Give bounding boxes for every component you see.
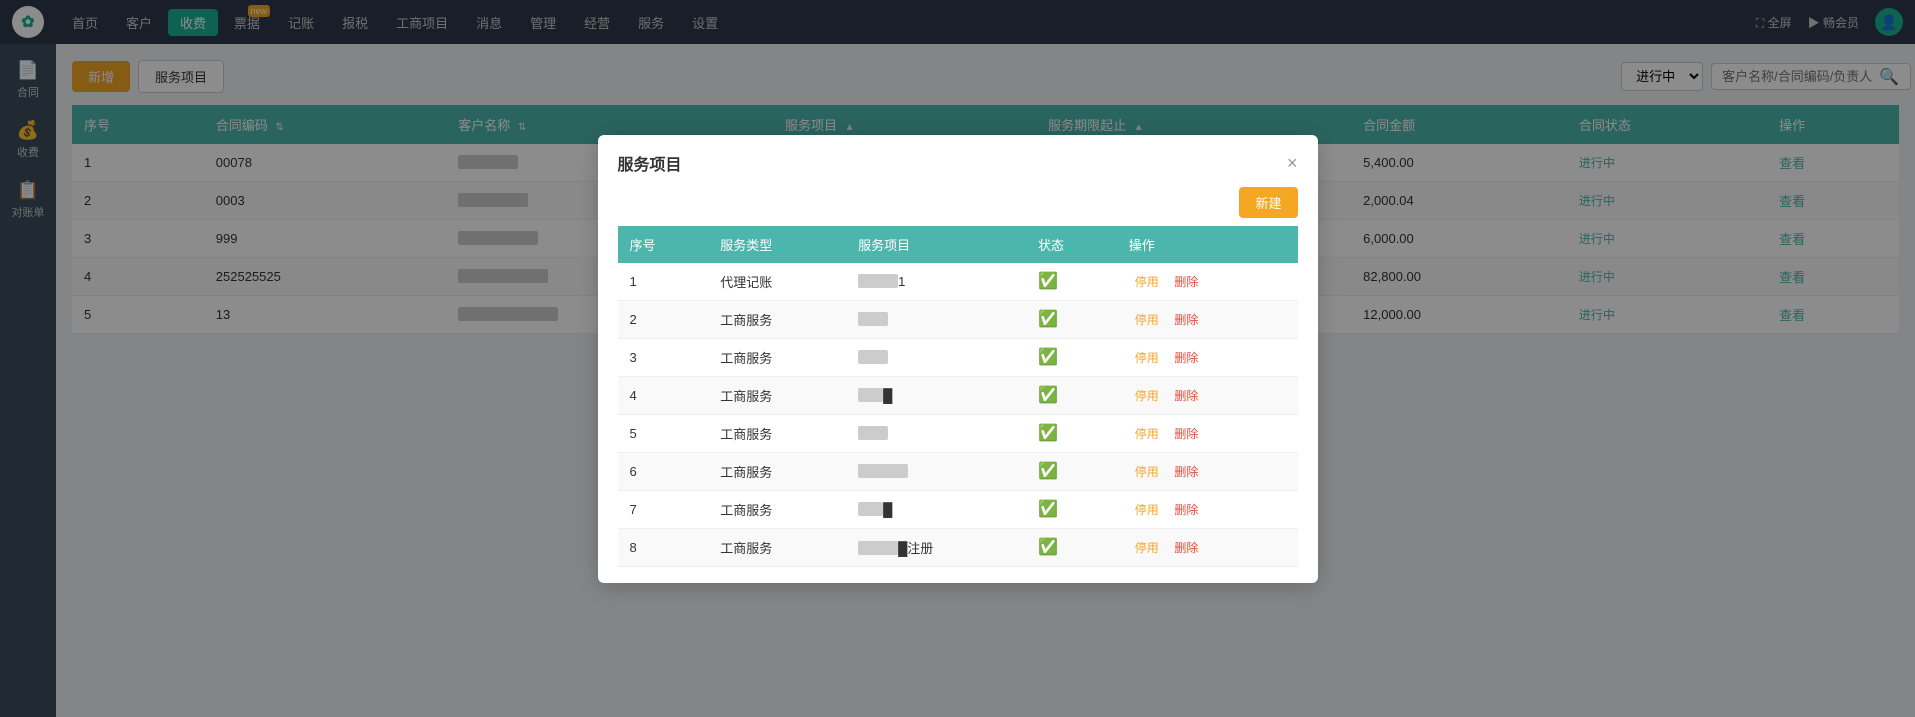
modal-cell-type: 工商服务 bbox=[708, 338, 846, 376]
modal-cell-status: ✅ bbox=[1026, 376, 1117, 414]
modal-table-row: 6 工商服务 ✅ 停用 删除 bbox=[618, 452, 1298, 490]
modal-cell-status: ✅ bbox=[1026, 414, 1117, 452]
modal-table-row: 8 工商服务 █注册 ✅ 停用 删除 bbox=[618, 528, 1298, 566]
modal-cell-type: 工商服务 bbox=[708, 300, 846, 338]
modal-table-header: 序号 服务类型 服务项目 状态 操作 bbox=[618, 226, 1298, 263]
modal-cell-status: ✅ bbox=[1026, 338, 1117, 376]
modal-col-item: 服务项目 bbox=[846, 226, 1026, 263]
modal-toolbar: 新建 bbox=[598, 175, 1318, 226]
modal-cell-seq: 6 bbox=[618, 452, 709, 490]
modal-cell-seq: 7 bbox=[618, 490, 709, 528]
status-check-icon: ✅ bbox=[1038, 349, 1058, 366]
modal-cell-type: 工商服务 bbox=[708, 376, 846, 414]
modal-cell-action: 停用 删除 bbox=[1117, 452, 1298, 490]
modal-cell-action: 停用 删除 bbox=[1117, 300, 1298, 338]
modal-cell-type: 工商服务 bbox=[708, 452, 846, 490]
modal-body: 序号 服务类型 服务项目 状态 操作 1 代理记账 1 ✅ 停用 删除 bbox=[598, 226, 1318, 583]
modal-cell-seq: 8 bbox=[618, 528, 709, 566]
stop-button[interactable]: 停用 bbox=[1129, 499, 1165, 520]
delete-button[interactable]: 删除 bbox=[1168, 385, 1204, 406]
modal-col-status: 状态 bbox=[1026, 226, 1117, 263]
stop-button[interactable]: 停用 bbox=[1129, 271, 1165, 292]
stop-button[interactable]: 停用 bbox=[1129, 423, 1165, 444]
modal-cell-seq: 5 bbox=[618, 414, 709, 452]
modal-table-row: 7 工商服务 █ ✅ 停用 删除 bbox=[618, 490, 1298, 528]
modal-cell-item: 1 bbox=[846, 263, 1026, 301]
status-check-icon: ✅ bbox=[1038, 425, 1058, 442]
modal-new-button[interactable]: 新建 bbox=[1239, 187, 1297, 218]
modal-cell-action: 停用 删除 bbox=[1117, 414, 1298, 452]
modal-table-row: 5 工商服务 ✅ 停用 删除 bbox=[618, 414, 1298, 452]
modal-cell-type: 代理记账 bbox=[708, 263, 846, 301]
stop-button[interactable]: 停用 bbox=[1129, 461, 1165, 482]
modal-cell-item bbox=[846, 452, 1026, 490]
status-check-icon: ✅ bbox=[1038, 387, 1058, 404]
modal-cell-item: █ bbox=[846, 490, 1026, 528]
modal-cell-item bbox=[846, 414, 1026, 452]
modal-cell-seq: 3 bbox=[618, 338, 709, 376]
delete-button[interactable]: 删除 bbox=[1168, 423, 1204, 444]
modal-overlay[interactable]: 服务项目 × 新建 序号 服务类型 服务项目 状态 bbox=[56, 44, 1915, 717]
modal-cell-status: ✅ bbox=[1026, 300, 1117, 338]
delete-button[interactable]: 删除 bbox=[1168, 271, 1204, 292]
modal-cell-action: 停用 删除 bbox=[1117, 528, 1298, 566]
modal-cell-action: 停用 删除 bbox=[1117, 263, 1298, 301]
modal-cell-action: 停用 删除 bbox=[1117, 490, 1298, 528]
modal-title: 服务项目 bbox=[618, 151, 682, 175]
modal-cell-action: 停用 删除 bbox=[1117, 376, 1298, 414]
modal-cell-seq: 2 bbox=[618, 300, 709, 338]
modal-cell-status: ✅ bbox=[1026, 528, 1117, 566]
stop-button[interactable]: 停用 bbox=[1129, 309, 1165, 330]
modal-cell-action: 停用 删除 bbox=[1117, 338, 1298, 376]
main-layout: 📄 合同 💰 收费 📋 对账单 新增 服务项目 进行中 全部 已结束 bbox=[0, 44, 1915, 717]
modal-table-row: 2 工商服务 ✅ 停用 删除 bbox=[618, 300, 1298, 338]
service-table: 序号 服务类型 服务项目 状态 操作 1 代理记账 1 ✅ 停用 删除 bbox=[618, 226, 1298, 567]
modal-cell-type: 工商服务 bbox=[708, 490, 846, 528]
delete-button[interactable]: 删除 bbox=[1168, 309, 1204, 330]
status-check-icon: ✅ bbox=[1038, 539, 1058, 556]
delete-button[interactable]: 删除 bbox=[1168, 347, 1204, 368]
modal-cell-item: █ bbox=[846, 376, 1026, 414]
modal-cell-status: ✅ bbox=[1026, 490, 1117, 528]
stop-button[interactable]: 停用 bbox=[1129, 537, 1165, 558]
modal-cell-seq: 1 bbox=[618, 263, 709, 301]
modal-col-seq: 序号 bbox=[618, 226, 709, 263]
modal-close-button[interactable]: × bbox=[1287, 154, 1298, 172]
delete-button[interactable]: 删除 bbox=[1168, 461, 1204, 482]
status-check-icon: ✅ bbox=[1038, 311, 1058, 328]
modal-cell-status: ✅ bbox=[1026, 263, 1117, 301]
delete-button[interactable]: 删除 bbox=[1168, 537, 1204, 558]
main-content: 新增 服务项目 进行中 全部 已结束 🔍 序号 合同编码 ⇅ bbox=[56, 44, 1915, 717]
modal-cell-status: ✅ bbox=[1026, 452, 1117, 490]
delete-button[interactable]: 删除 bbox=[1168, 499, 1204, 520]
stop-button[interactable]: 停用 bbox=[1129, 347, 1165, 368]
modal-cell-type: 工商服务 bbox=[708, 528, 846, 566]
status-check-icon: ✅ bbox=[1038, 501, 1058, 518]
modal-table-row: 4 工商服务 █ ✅ 停用 删除 bbox=[618, 376, 1298, 414]
service-modal: 服务项目 × 新建 序号 服务类型 服务项目 状态 bbox=[598, 135, 1318, 583]
modal-header: 服务项目 × bbox=[598, 135, 1318, 175]
modal-cell-type: 工商服务 bbox=[708, 414, 846, 452]
status-check-icon: ✅ bbox=[1038, 273, 1058, 290]
modal-col-type: 服务类型 bbox=[708, 226, 846, 263]
modal-table-row: 1 代理记账 1 ✅ 停用 删除 bbox=[618, 263, 1298, 301]
modal-cell-item: █注册 bbox=[846, 528, 1026, 566]
modal-cell-item bbox=[846, 300, 1026, 338]
stop-button[interactable]: 停用 bbox=[1129, 385, 1165, 406]
modal-table-row: 3 工商服务 ✅ 停用 删除 bbox=[618, 338, 1298, 376]
modal-cell-item bbox=[846, 338, 1026, 376]
modal-col-action: 操作 bbox=[1117, 226, 1298, 263]
modal-cell-seq: 4 bbox=[618, 376, 709, 414]
status-check-icon: ✅ bbox=[1038, 463, 1058, 480]
